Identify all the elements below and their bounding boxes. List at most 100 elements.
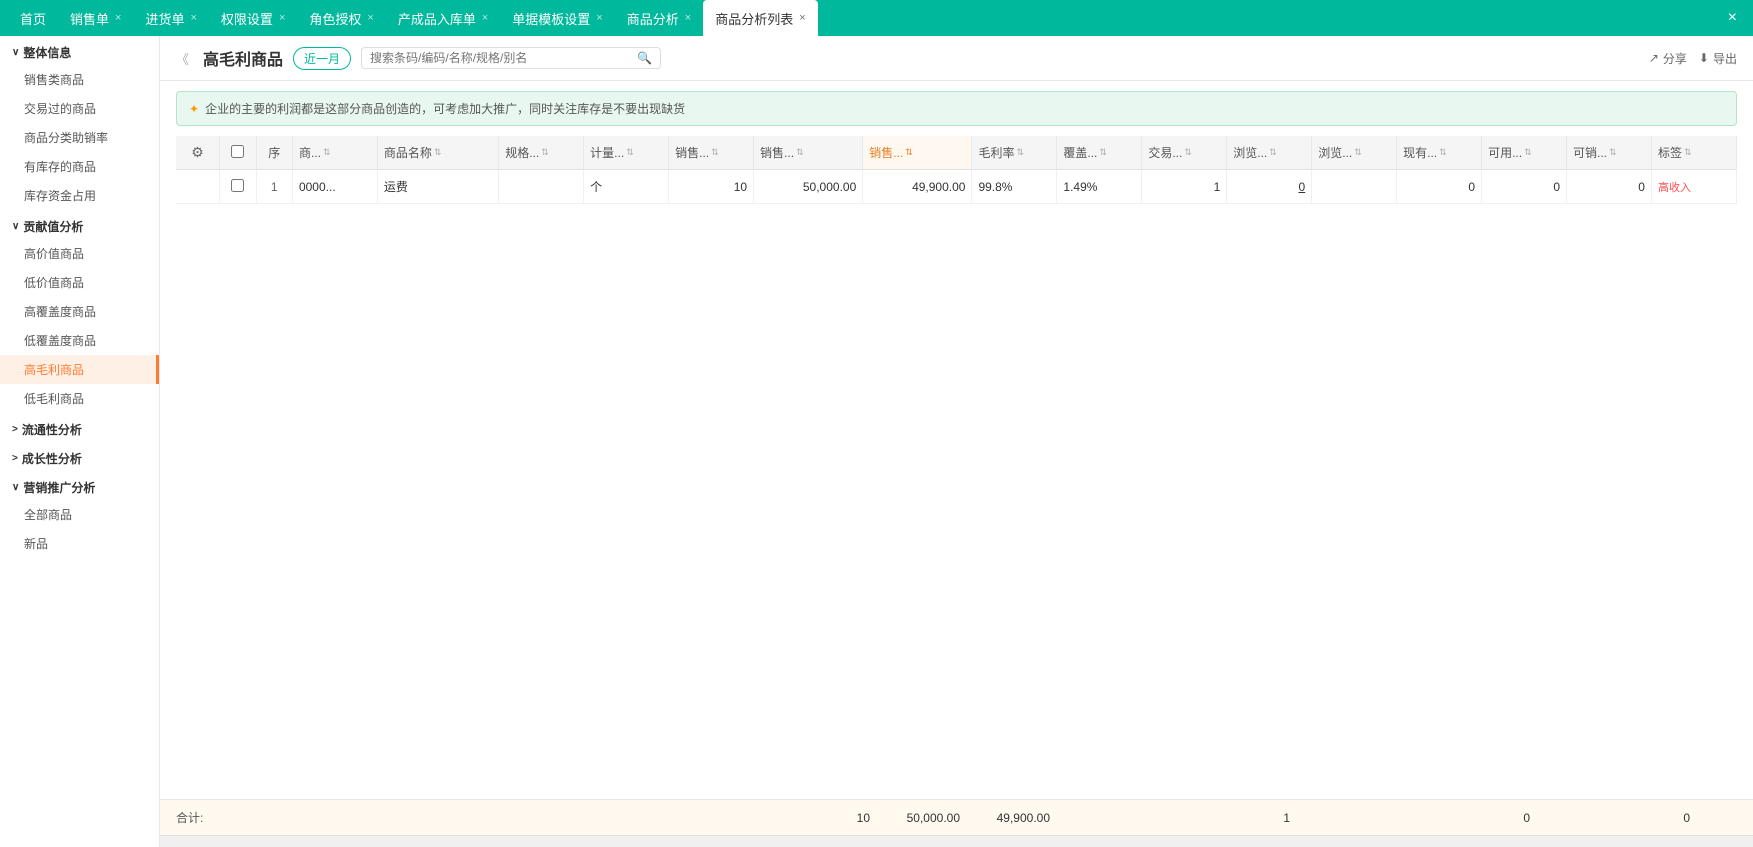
sidebar-group-overall[interactable]: ∨ 整体信息 xyxy=(0,36,159,65)
nav-product-analysis[interactable]: 商品分析 × xyxy=(615,0,703,36)
sidebar-item-new-goods[interactable]: 新品 xyxy=(0,529,159,558)
cell-spec xyxy=(499,170,584,204)
col-sales-cost[interactable]: 销售...⇅ xyxy=(863,136,972,170)
sidebar: ∨ 整体信息 销售类商品 交易过的商品 商品分类助销率 有库存的商品 库存资金占… xyxy=(0,36,160,847)
settings-icon[interactable]: ⚙ xyxy=(191,144,204,160)
cell-sales-amount: 50,000.00 xyxy=(754,170,863,204)
share-icon: ↗ xyxy=(1649,51,1659,65)
col-transaction[interactable]: 交易...⇅ xyxy=(1142,136,1227,170)
col-code[interactable]: 商...⇅ xyxy=(292,136,377,170)
nav-template-settings[interactable]: 单据模板设置 × xyxy=(500,0,614,36)
nav-product-analysis-list[interactable]: 商品分析列表 × xyxy=(703,0,817,36)
close-icon[interactable]: × xyxy=(685,12,691,24)
sidebar-item-low-value[interactable]: 低价值商品 xyxy=(0,268,159,297)
footer-totals: 合计: 10 50,000.00 49,900.00 1 0 0 xyxy=(160,799,1753,835)
close-icon[interactable]: × xyxy=(115,12,121,24)
close-icon[interactable]: × xyxy=(799,12,805,24)
info-banner: ✦ 企业的主要的利润都是这部分商品创造的，可考虑加大推广，同时关注库存是不要出现… xyxy=(176,91,1737,126)
row-checkbox[interactable] xyxy=(231,179,244,192)
close-icon[interactable]: × xyxy=(279,12,285,24)
sidebar-item-traded-goods[interactable]: 交易过的商品 xyxy=(0,94,159,123)
sidebar-group-growth[interactable]: > 成长性分析 xyxy=(0,442,159,471)
sidebar-group-liquidity[interactable]: > 流通性分析 xyxy=(0,413,159,442)
nav-sales-order[interactable]: 销售单 × xyxy=(58,0,133,36)
window-close-button[interactable]: × xyxy=(1720,9,1745,27)
col-unit[interactable]: 计量...⇅ xyxy=(584,136,669,170)
col-sales-qty[interactable]: 销售...⇅ xyxy=(669,136,754,170)
table-header-row: ⚙ 序 商...⇅ 商品名称⇅ 规格...⇅ xyxy=(176,136,1737,170)
cell-settings xyxy=(176,170,220,204)
sidebar-item-high-coverage[interactable]: 高覆盖度商品 xyxy=(0,297,159,326)
footer-label: 合计: xyxy=(176,809,376,826)
sidebar-item-stock-goods[interactable]: 有库存的商品 xyxy=(0,152,159,181)
footer-spacer1 xyxy=(376,811,456,825)
nav-purchase-order[interactable]: 进货单 × xyxy=(133,0,208,36)
col-checkbox[interactable] xyxy=(220,136,256,170)
view-link[interactable]: 0 xyxy=(1299,180,1306,194)
cell-code: 0000... xyxy=(292,170,377,204)
col-view2[interactable]: 浏览...⇅ xyxy=(1312,136,1397,170)
chevron-right-icon: > xyxy=(12,424,18,435)
col-gross-margin[interactable]: 毛利率⇅ xyxy=(972,136,1057,170)
chevron-down-icon: ∨ xyxy=(12,482,19,493)
cell-view2 xyxy=(1312,170,1397,204)
sidebar-item-high-value[interactable]: 高价值商品 xyxy=(0,239,159,268)
filter-recent-button[interactable]: 近一月 xyxy=(293,47,351,70)
sidebar-item-low-coverage[interactable]: 低覆盖度商品 xyxy=(0,326,159,355)
col-saleable-stock[interactable]: 可销...⇅ xyxy=(1567,136,1652,170)
close-icon[interactable]: × xyxy=(482,12,488,24)
nav-product-inbound[interactable]: 产成品入库单 × xyxy=(386,0,500,36)
footer-cells: 10 50,000.00 49,900.00 1 0 0 xyxy=(376,811,1737,825)
footer-spacer7 xyxy=(1136,811,1216,825)
col-tag[interactable]: 标签⇅ xyxy=(1651,136,1736,170)
nav-permission-settings[interactable]: 权限设置 × xyxy=(209,0,297,36)
footer-sales-amount: 50,000.00 xyxy=(876,811,966,825)
col-available-stock[interactable]: 可用...⇅ xyxy=(1482,136,1567,170)
chevron-right-icon: > xyxy=(12,453,18,464)
sidebar-group-marketing[interactable]: ∨ 营销推广分析 xyxy=(0,471,159,500)
select-all-checkbox[interactable] xyxy=(231,145,244,158)
col-coverage[interactable]: 覆盖...⇅ xyxy=(1057,136,1142,170)
col-spec[interactable]: 规格...⇅ xyxy=(499,136,584,170)
close-icon[interactable]: × xyxy=(596,12,602,24)
cell-gross-margin: 99.8% xyxy=(972,170,1057,204)
nav-role-auth[interactable]: 角色授权 × xyxy=(297,0,385,36)
sidebar-collapse-button[interactable]: 《 xyxy=(176,49,189,68)
sidebar-item-high-margin[interactable]: 高毛利商品 xyxy=(0,355,159,384)
col-view1[interactable]: 浏览...⇅ xyxy=(1227,136,1312,170)
cell-current-stock: 0 xyxy=(1397,170,1482,204)
search-icon[interactable]: 🔍 xyxy=(637,51,652,65)
top-navigation: 首页 销售单 × 进货单 × 权限设置 × 角色授权 × 产成品入库单 × 单据… xyxy=(0,0,1753,36)
table-wrapper[interactable]: ⚙ 序 商...⇅ 商品名称⇅ 规格...⇅ xyxy=(160,136,1753,799)
sidebar-group-contribution[interactable]: ∨ 贡献值分析 xyxy=(0,210,159,239)
chevron-down-icon: ∨ xyxy=(12,47,19,58)
col-sales-amount[interactable]: 销售...⇅ xyxy=(754,136,863,170)
search-input[interactable] xyxy=(370,51,637,65)
cell-checkbox[interactable] xyxy=(220,170,256,204)
nav-home[interactable]: 首页 xyxy=(8,0,58,36)
sidebar-item-low-margin[interactable]: 低毛利商品 xyxy=(0,384,159,413)
content-header: 《 高毛利商品 近一月 🔍 ↗ 分享 ⬇ 导出 xyxy=(160,36,1753,81)
share-button[interactable]: ↗ 分享 xyxy=(1649,50,1687,67)
col-current-stock[interactable]: 现有...⇅ xyxy=(1397,136,1482,170)
footer-spacer8 xyxy=(1296,811,1376,825)
cell-available-stock: 0 xyxy=(1482,170,1567,204)
export-icon: ⬇ xyxy=(1699,51,1709,65)
sidebar-item-stock-capital[interactable]: 库存资金占用 xyxy=(0,181,159,210)
search-box: 🔍 xyxy=(361,47,661,69)
cell-sales-cost: 49,900.00 xyxy=(863,170,972,204)
horizontal-scrollbar[interactable] xyxy=(160,835,1753,847)
footer-spacer9 xyxy=(1376,811,1456,825)
footer-spacer4 xyxy=(636,811,716,825)
sidebar-item-all-goods[interactable]: 全部商品 xyxy=(0,500,159,529)
export-button[interactable]: ⬇ 导出 xyxy=(1699,50,1737,67)
close-icon[interactable]: × xyxy=(190,12,196,24)
footer-sales-qty: 10 xyxy=(796,811,876,825)
cell-view1[interactable]: 0 xyxy=(1227,170,1312,204)
close-icon[interactable]: × xyxy=(367,12,373,24)
cell-coverage: 1.49% xyxy=(1057,170,1142,204)
sidebar-item-category-rate[interactable]: 商品分类助销率 xyxy=(0,123,159,152)
sidebar-item-sales-goods[interactable]: 销售类商品 xyxy=(0,65,159,94)
col-settings[interactable]: ⚙ xyxy=(176,136,220,170)
col-name[interactable]: 商品名称⇅ xyxy=(377,136,498,170)
